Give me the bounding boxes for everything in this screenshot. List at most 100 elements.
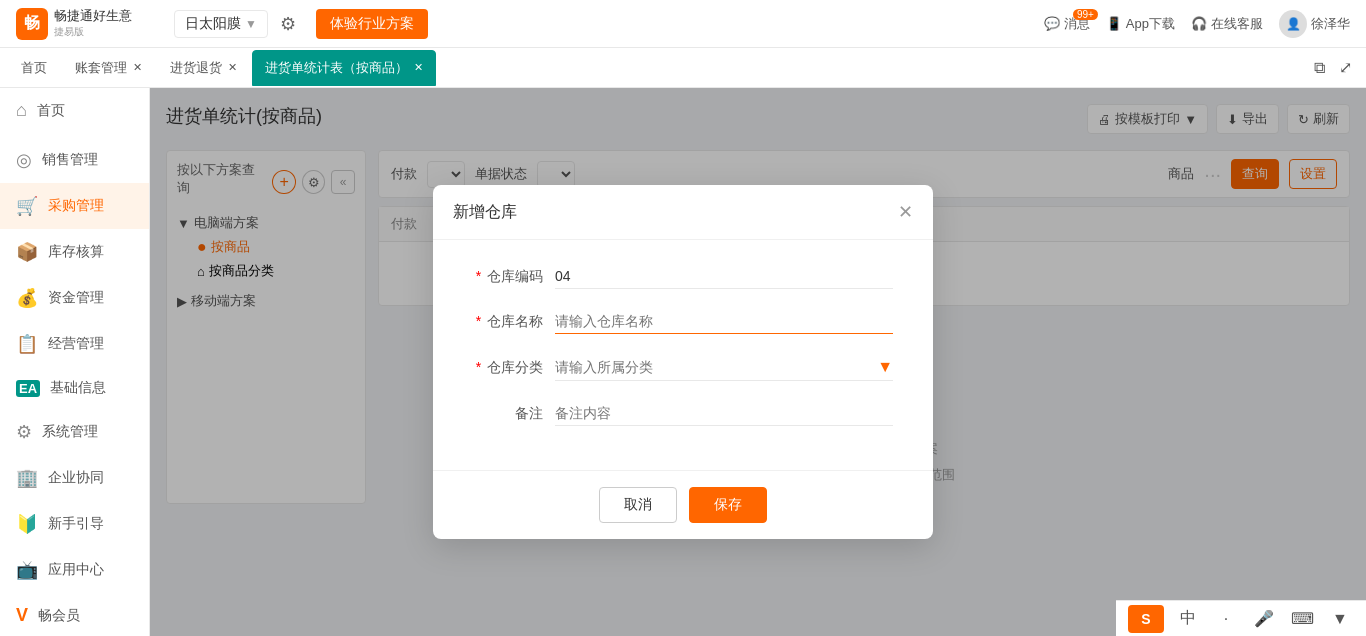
tab-accounts-label: 账套管理 bbox=[75, 59, 127, 77]
messages-badge: 99+ bbox=[1073, 9, 1098, 20]
home-icon: ⌂ bbox=[16, 100, 27, 121]
sidebar-label-apps: 应用中心 bbox=[48, 561, 104, 579]
modal-body: * 仓库编码 * 仓库名称 bbox=[433, 240, 933, 470]
tab-home-label: 首页 bbox=[21, 59, 47, 77]
main-layout: ⌂ 首页 ◎ 销售管理 🛒 采购管理 📦 库存核算 💰 资金管理 📋 经营管理 … bbox=[0, 88, 1366, 636]
sidebar-item-home[interactable]: ⌂ 首页 bbox=[0, 88, 149, 133]
sidebar-label-finance: 资金管理 bbox=[48, 289, 104, 307]
modal-new-warehouse: 新增仓库 ✕ * 仓库编码 * bbox=[433, 185, 933, 539]
tab-expand-btn[interactable]: ⤢ bbox=[1333, 58, 1358, 77]
sidebar-item-purchase[interactable]: 🛒 采购管理 bbox=[0, 183, 149, 229]
arrow-down-icon[interactable]: ▼ bbox=[1326, 605, 1354, 633]
save-btn[interactable]: 保存 bbox=[689, 487, 767, 523]
sidebar-label-system: 系统管理 bbox=[42, 423, 98, 441]
finance-icon: 💰 bbox=[16, 287, 38, 309]
tab-purchase-return[interactable]: 进货退货 ✕ bbox=[157, 50, 250, 86]
sidebar-label-purchase: 采购管理 bbox=[48, 197, 104, 215]
required-star: * bbox=[476, 268, 481, 284]
basic-icon: EA bbox=[16, 380, 40, 397]
dot-icon[interactable]: · bbox=[1212, 605, 1240, 633]
sales-icon: ◎ bbox=[16, 149, 32, 171]
category-input[interactable] bbox=[555, 359, 877, 375]
sidebar-item-sales[interactable]: ◎ 销售管理 bbox=[0, 137, 149, 183]
logo-line2: 捷易版 bbox=[54, 25, 132, 39]
keyboard-icon[interactable]: ⌨ bbox=[1288, 605, 1316, 633]
message-icon: 💬 bbox=[1044, 16, 1060, 31]
store-selector[interactable]: 日太阳膜 ▼ bbox=[174, 10, 268, 38]
category-select-wrapper: ▼ bbox=[555, 354, 893, 381]
tab-bar: 首页 账套管理 ✕ 进货退货 ✕ 进货单统计表（按商品） ✕ ⧉ ⤢ bbox=[0, 48, 1366, 88]
sidebar-item-enterprise[interactable]: 🏢 企业协同 bbox=[0, 455, 149, 501]
sidebar-item-inventory[interactable]: 📦 库存核算 bbox=[0, 229, 149, 275]
modal-overlay: 新增仓库 ✕ * 仓库编码 * bbox=[150, 88, 1366, 636]
note-label: 备注 bbox=[473, 405, 543, 423]
gear-button[interactable]: ⚙ bbox=[272, 8, 304, 40]
apps-icon: 📺 bbox=[16, 559, 38, 581]
sidebar-label-business: 经营管理 bbox=[48, 335, 104, 353]
tab-accounts-close[interactable]: ✕ bbox=[133, 61, 142, 74]
headset-icon: 🎧 bbox=[1191, 16, 1207, 31]
form-row-note: 备注 bbox=[473, 401, 893, 426]
phone-icon: 📱 bbox=[1106, 16, 1122, 31]
form-row-name: * 仓库名称 bbox=[473, 309, 893, 334]
form-row-category: * 仓库分类 ▼ bbox=[473, 354, 893, 381]
app-download-item[interactable]: 📱 App下载 bbox=[1106, 15, 1175, 33]
content-area: 进货单统计(按商品) 🖨 按模板打印 ▼ ⬇ 导出 ↻ 刷新 bbox=[150, 88, 1366, 636]
required-star-3: * bbox=[476, 359, 481, 375]
messages-item[interactable]: 💬 消息 99+ bbox=[1044, 15, 1090, 33]
guide-icon: 🔰 bbox=[16, 513, 38, 535]
sidebar-label-guide: 新手引导 bbox=[48, 515, 104, 533]
sidebar-item-guide[interactable]: 🔰 新手引导 bbox=[0, 501, 149, 547]
sidebar-label-home: 首页 bbox=[37, 102, 65, 120]
sidebar-label-enterprise: 企业协同 bbox=[48, 469, 104, 487]
sidebar-item-vip[interactable]: V 畅会员 bbox=[0, 593, 149, 636]
logo-line1: 畅捷通好生意 bbox=[54, 8, 132, 25]
code-label: * 仓库编码 bbox=[473, 268, 543, 286]
user-item[interactable]: 👤 徐泽华 bbox=[1279, 10, 1350, 38]
system-icon: ⚙ bbox=[16, 421, 32, 443]
purchase-icon: 🛒 bbox=[16, 195, 38, 217]
chevron-down-icon: ▼ bbox=[245, 17, 257, 31]
modal-close-btn[interactable]: ✕ bbox=[898, 201, 913, 223]
sidebar-item-system[interactable]: ⚙ 系统管理 bbox=[0, 409, 149, 455]
sidebar-item-finance[interactable]: 💰 资金管理 bbox=[0, 275, 149, 321]
sidebar: ⌂ 首页 ◎ 销售管理 🛒 采购管理 📦 库存核算 💰 资金管理 📋 经营管理 … bbox=[0, 88, 150, 636]
avatar: 👤 bbox=[1279, 10, 1307, 38]
sidebar-label-vip: 畅会员 bbox=[38, 607, 80, 625]
chevron-down-icon-category[interactable]: ▼ bbox=[877, 358, 893, 376]
tab-purchase-stats-close[interactable]: ✕ bbox=[414, 61, 423, 74]
tab-purchase-return-close[interactable]: ✕ bbox=[228, 61, 237, 74]
store-name: 日太阳膜 bbox=[185, 15, 241, 33]
tab-purchase-return-label: 进货退货 bbox=[170, 59, 222, 77]
sidebar-item-basic[interactable]: EA 基础信息 bbox=[0, 367, 149, 409]
sidebar-label-basic: 基础信息 bbox=[50, 379, 106, 397]
tab-purchase-stats[interactable]: 进货单统计表（按商品） ✕ bbox=[252, 50, 436, 86]
user-name: 徐泽华 bbox=[1311, 15, 1350, 33]
modal-footer: 取消 保存 bbox=[433, 470, 933, 539]
zh-icon[interactable]: 中 bbox=[1174, 605, 1202, 633]
bottom-bar: S 中 · 🎤 ⌨ ▼ bbox=[1116, 600, 1366, 636]
sidebar-item-business[interactable]: 📋 经营管理 bbox=[0, 321, 149, 367]
logo-area: 畅 畅捷通好生意 捷易版 bbox=[16, 8, 166, 40]
trial-button[interactable]: 体验行业方案 bbox=[316, 9, 428, 39]
top-bar: 畅 畅捷通好生意 捷易版 日太阳膜 ▼ ⚙ 体验行业方案 💬 消息 99+ 📱 … bbox=[0, 0, 1366, 48]
tab-restore-btn[interactable]: ⧉ bbox=[1308, 59, 1331, 77]
required-star-2: * bbox=[476, 313, 481, 329]
tab-home[interactable]: 首页 bbox=[8, 50, 60, 86]
business-icon: 📋 bbox=[16, 333, 38, 355]
name-input[interactable] bbox=[555, 309, 893, 334]
mic-icon[interactable]: 🎤 bbox=[1250, 605, 1278, 633]
category-label: * 仓库分类 bbox=[473, 359, 543, 377]
tab-purchase-stats-label: 进货单统计表（按商品） bbox=[265, 59, 408, 77]
tab-accounts[interactable]: 账套管理 ✕ bbox=[62, 50, 155, 86]
note-input[interactable] bbox=[555, 401, 893, 426]
sidebar-item-apps[interactable]: 📺 应用中心 bbox=[0, 547, 149, 593]
name-label: * 仓库名称 bbox=[473, 313, 543, 331]
code-input[interactable] bbox=[555, 264, 893, 289]
cancel-btn[interactable]: 取消 bbox=[599, 487, 677, 523]
service-label: 在线客服 bbox=[1211, 15, 1263, 33]
top-right: 💬 消息 99+ 📱 App下载 🎧 在线客服 👤 徐泽华 bbox=[1044, 10, 1350, 38]
enterprise-icon: 🏢 bbox=[16, 467, 38, 489]
modal-title: 新增仓库 bbox=[453, 202, 517, 223]
service-item[interactable]: 🎧 在线客服 bbox=[1191, 15, 1263, 33]
